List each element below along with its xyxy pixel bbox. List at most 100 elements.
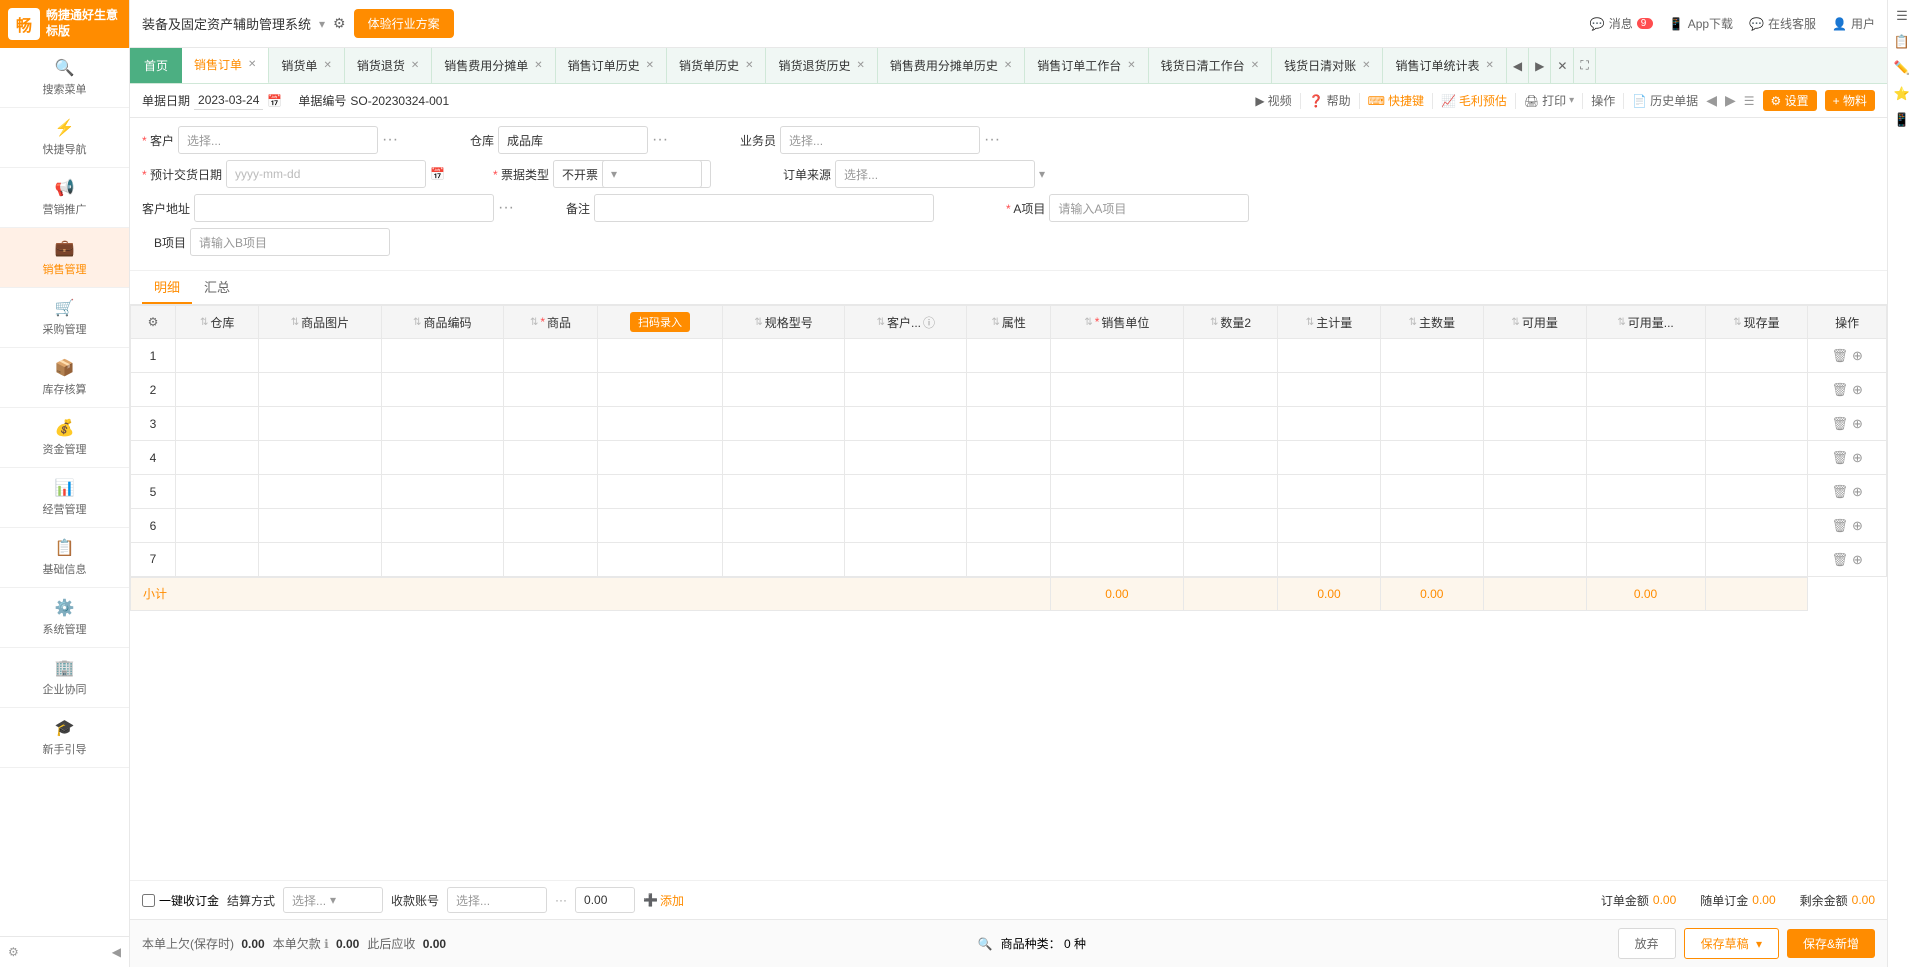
cell-6-6[interactable] <box>845 509 967 543</box>
history-btn[interactable]: 📄 历史单据 <box>1632 92 1698 109</box>
cell-4-1[interactable] <box>259 441 381 475</box>
view-btn[interactable]: ▶ 视频 <box>1255 92 1291 109</box>
cell-3-2[interactable] <box>381 407 503 441</box>
prev-record-icon[interactable]: ◀ <box>1706 92 1717 109</box>
settlement-select[interactable]: 选择... ▾ <box>283 887 383 913</box>
account-more-icon[interactable]: ··· <box>555 893 567 907</box>
cell-2-3[interactable] <box>503 373 597 407</box>
sidebar-item-purchase[interactable]: 🛒采购管理 <box>0 288 129 348</box>
delete-row-icon[interactable]: 🗑 <box>1831 518 1848 534</box>
save-draft-arrow[interactable]: ▾ <box>1756 937 1762 951</box>
copy-row-icon[interactable]: ⊕ <box>1852 416 1863 432</box>
copy-row-icon[interactable]: ⊕ <box>1852 552 1863 568</box>
a-project-input[interactable]: 请输入A项目 <box>1049 194 1249 222</box>
cell-5-8[interactable] <box>1050 475 1183 509</box>
cell-7-5[interactable] <box>722 543 844 577</box>
cell-7-12[interactable] <box>1483 543 1586 577</box>
table-header-10[interactable]: ⇅数量2 <box>1183 306 1277 339</box>
sidebar-item-enterprise[interactable]: 🏢企业协同 <box>0 648 129 708</box>
cell-4-8[interactable] <box>1050 441 1183 475</box>
tab-close-7[interactable]: ✕ <box>1004 60 1012 71</box>
cell-5-10[interactable] <box>1278 475 1381 509</box>
cell-5-9[interactable] <box>1183 475 1277 509</box>
copy-row-icon[interactable]: ⊕ <box>1852 450 1863 466</box>
cell-7-4[interactable] <box>598 543 723 577</box>
sidebar-item-search[interactable]: 🔍搜索菜单 <box>0 48 129 108</box>
cell-2-4[interactable] <box>598 373 723 407</box>
sidebar-item-inventory[interactable]: 📦库存核算 <box>0 348 129 408</box>
cell-6-3[interactable] <box>503 509 597 543</box>
tab-item-0[interactable]: 销售订单✕ <box>182 48 269 84</box>
tab-close-0[interactable]: ✕ <box>248 59 256 70</box>
cell-2-9[interactable] <box>1183 373 1277 407</box>
cell-6-1[interactable] <box>259 509 381 543</box>
table-header-13[interactable]: ⇅可用量 <box>1483 306 1586 339</box>
tab-item-6[interactable]: 销货退货历史✕ <box>766 48 877 84</box>
cell-4-7[interactable] <box>967 441 1050 475</box>
cell-6-11[interactable] <box>1380 509 1483 543</box>
cell-3-3[interactable] <box>503 407 597 441</box>
tab-prev-btn[interactable]: ◀ <box>1507 48 1529 84</box>
delete-row-icon[interactable]: 🗑 <box>1831 382 1848 398</box>
payment-amount[interactable]: 0.00 <box>575 887 635 913</box>
sidebar-item-quick[interactable]: ⚡快捷导航 <box>0 108 129 168</box>
copy-row-icon[interactable]: ⊕ <box>1852 484 1863 500</box>
cell-7-6[interactable] <box>845 543 967 577</box>
cell-2-11[interactable] <box>1380 373 1483 407</box>
cell-5-14[interactable] <box>1705 475 1808 509</box>
cell-5-6[interactable] <box>845 475 967 509</box>
cell-1-5[interactable] <box>722 339 844 373</box>
content-tab-1[interactable]: 汇总 <box>192 271 242 304</box>
gear-col-icon[interactable]: ⚙ <box>148 315 159 329</box>
cell-2-0[interactable] <box>176 373 259 407</box>
cell-5-7[interactable] <box>967 475 1050 509</box>
order-source-input[interactable]: 选择... <box>835 160 1035 188</box>
cell-3-12[interactable] <box>1483 407 1586 441</box>
cell-1-4[interactable] <box>598 339 723 373</box>
sidebar-item-operations[interactable]: 📊经营管理 <box>0 468 129 528</box>
customer-input[interactable]: 选择... <box>178 126 378 154</box>
tab-next-btn[interactable]: ▶ <box>1529 48 1551 84</box>
cell-4-2[interactable] <box>381 441 503 475</box>
table-header-1[interactable]: ⇅仓库 <box>176 306 259 339</box>
list-view-icon[interactable]: ☰ <box>1744 94 1755 108</box>
cell-3-4[interactable] <box>598 407 723 441</box>
cell-4-0[interactable] <box>176 441 259 475</box>
next-record-icon[interactable]: ▶ <box>1725 92 1736 109</box>
cell-7-14[interactable] <box>1705 543 1808 577</box>
content-tab-0[interactable]: 明细 <box>142 271 192 304</box>
cell-4-5[interactable] <box>722 441 844 475</box>
delete-row-icon[interactable]: 🗑 <box>1831 484 1848 500</box>
table-header-14[interactable]: ⇅可用量... <box>1586 306 1705 339</box>
tab-close-2[interactable]: ✕ <box>411 60 419 71</box>
cell-3-9[interactable] <box>1183 407 1277 441</box>
cell-4-6[interactable] <box>845 441 967 475</box>
tab-close-11[interactable]: ✕ <box>1486 60 1494 71</box>
cell-2-13[interactable] <box>1586 373 1705 407</box>
table-header-0[interactable]: ⚙ <box>131 306 176 339</box>
form-settings-btn[interactable]: ⚙ 设置 <box>1763 90 1817 111</box>
warehouse-more-icon[interactable]: ··· <box>652 131 668 149</box>
tab-close-10[interactable]: ✕ <box>1362 60 1370 71</box>
tab-close-6[interactable]: ✕ <box>856 60 864 71</box>
table-header-3[interactable]: ⇅商品编码 <box>381 306 503 339</box>
cell-2-12[interactable] <box>1483 373 1586 407</box>
cell-1-3[interactable] <box>503 339 597 373</box>
customer-more-icon[interactable]: ··· <box>382 131 398 149</box>
delete-row-icon[interactable]: 🗑 <box>1831 416 1848 432</box>
cell-1-10[interactable] <box>1278 339 1381 373</box>
cell-3-6[interactable] <box>845 407 967 441</box>
right-sidebar-icon-3[interactable]: ⭐ <box>1890 82 1914 106</box>
sidebar-item-sales[interactable]: 💼销售管理 <box>0 228 129 288</box>
cell-7-11[interactable] <box>1380 543 1483 577</box>
cell-7-0[interactable] <box>176 543 259 577</box>
copy-row-icon[interactable]: ⊕ <box>1852 382 1863 398</box>
calendar2-icon[interactable]: 📅 <box>430 167 445 181</box>
deposit-checkbox-input[interactable] <box>142 894 155 907</box>
tab-close-8[interactable]: ✕ <box>1127 60 1135 71</box>
app-download-btn[interactable]: 📱 App下载 <box>1669 15 1733 32</box>
cell-4-10[interactable] <box>1278 441 1381 475</box>
cell-6-8[interactable] <box>1050 509 1183 543</box>
table-header-12[interactable]: ⇅主数量 <box>1380 306 1483 339</box>
cell-3-5[interactable] <box>722 407 844 441</box>
